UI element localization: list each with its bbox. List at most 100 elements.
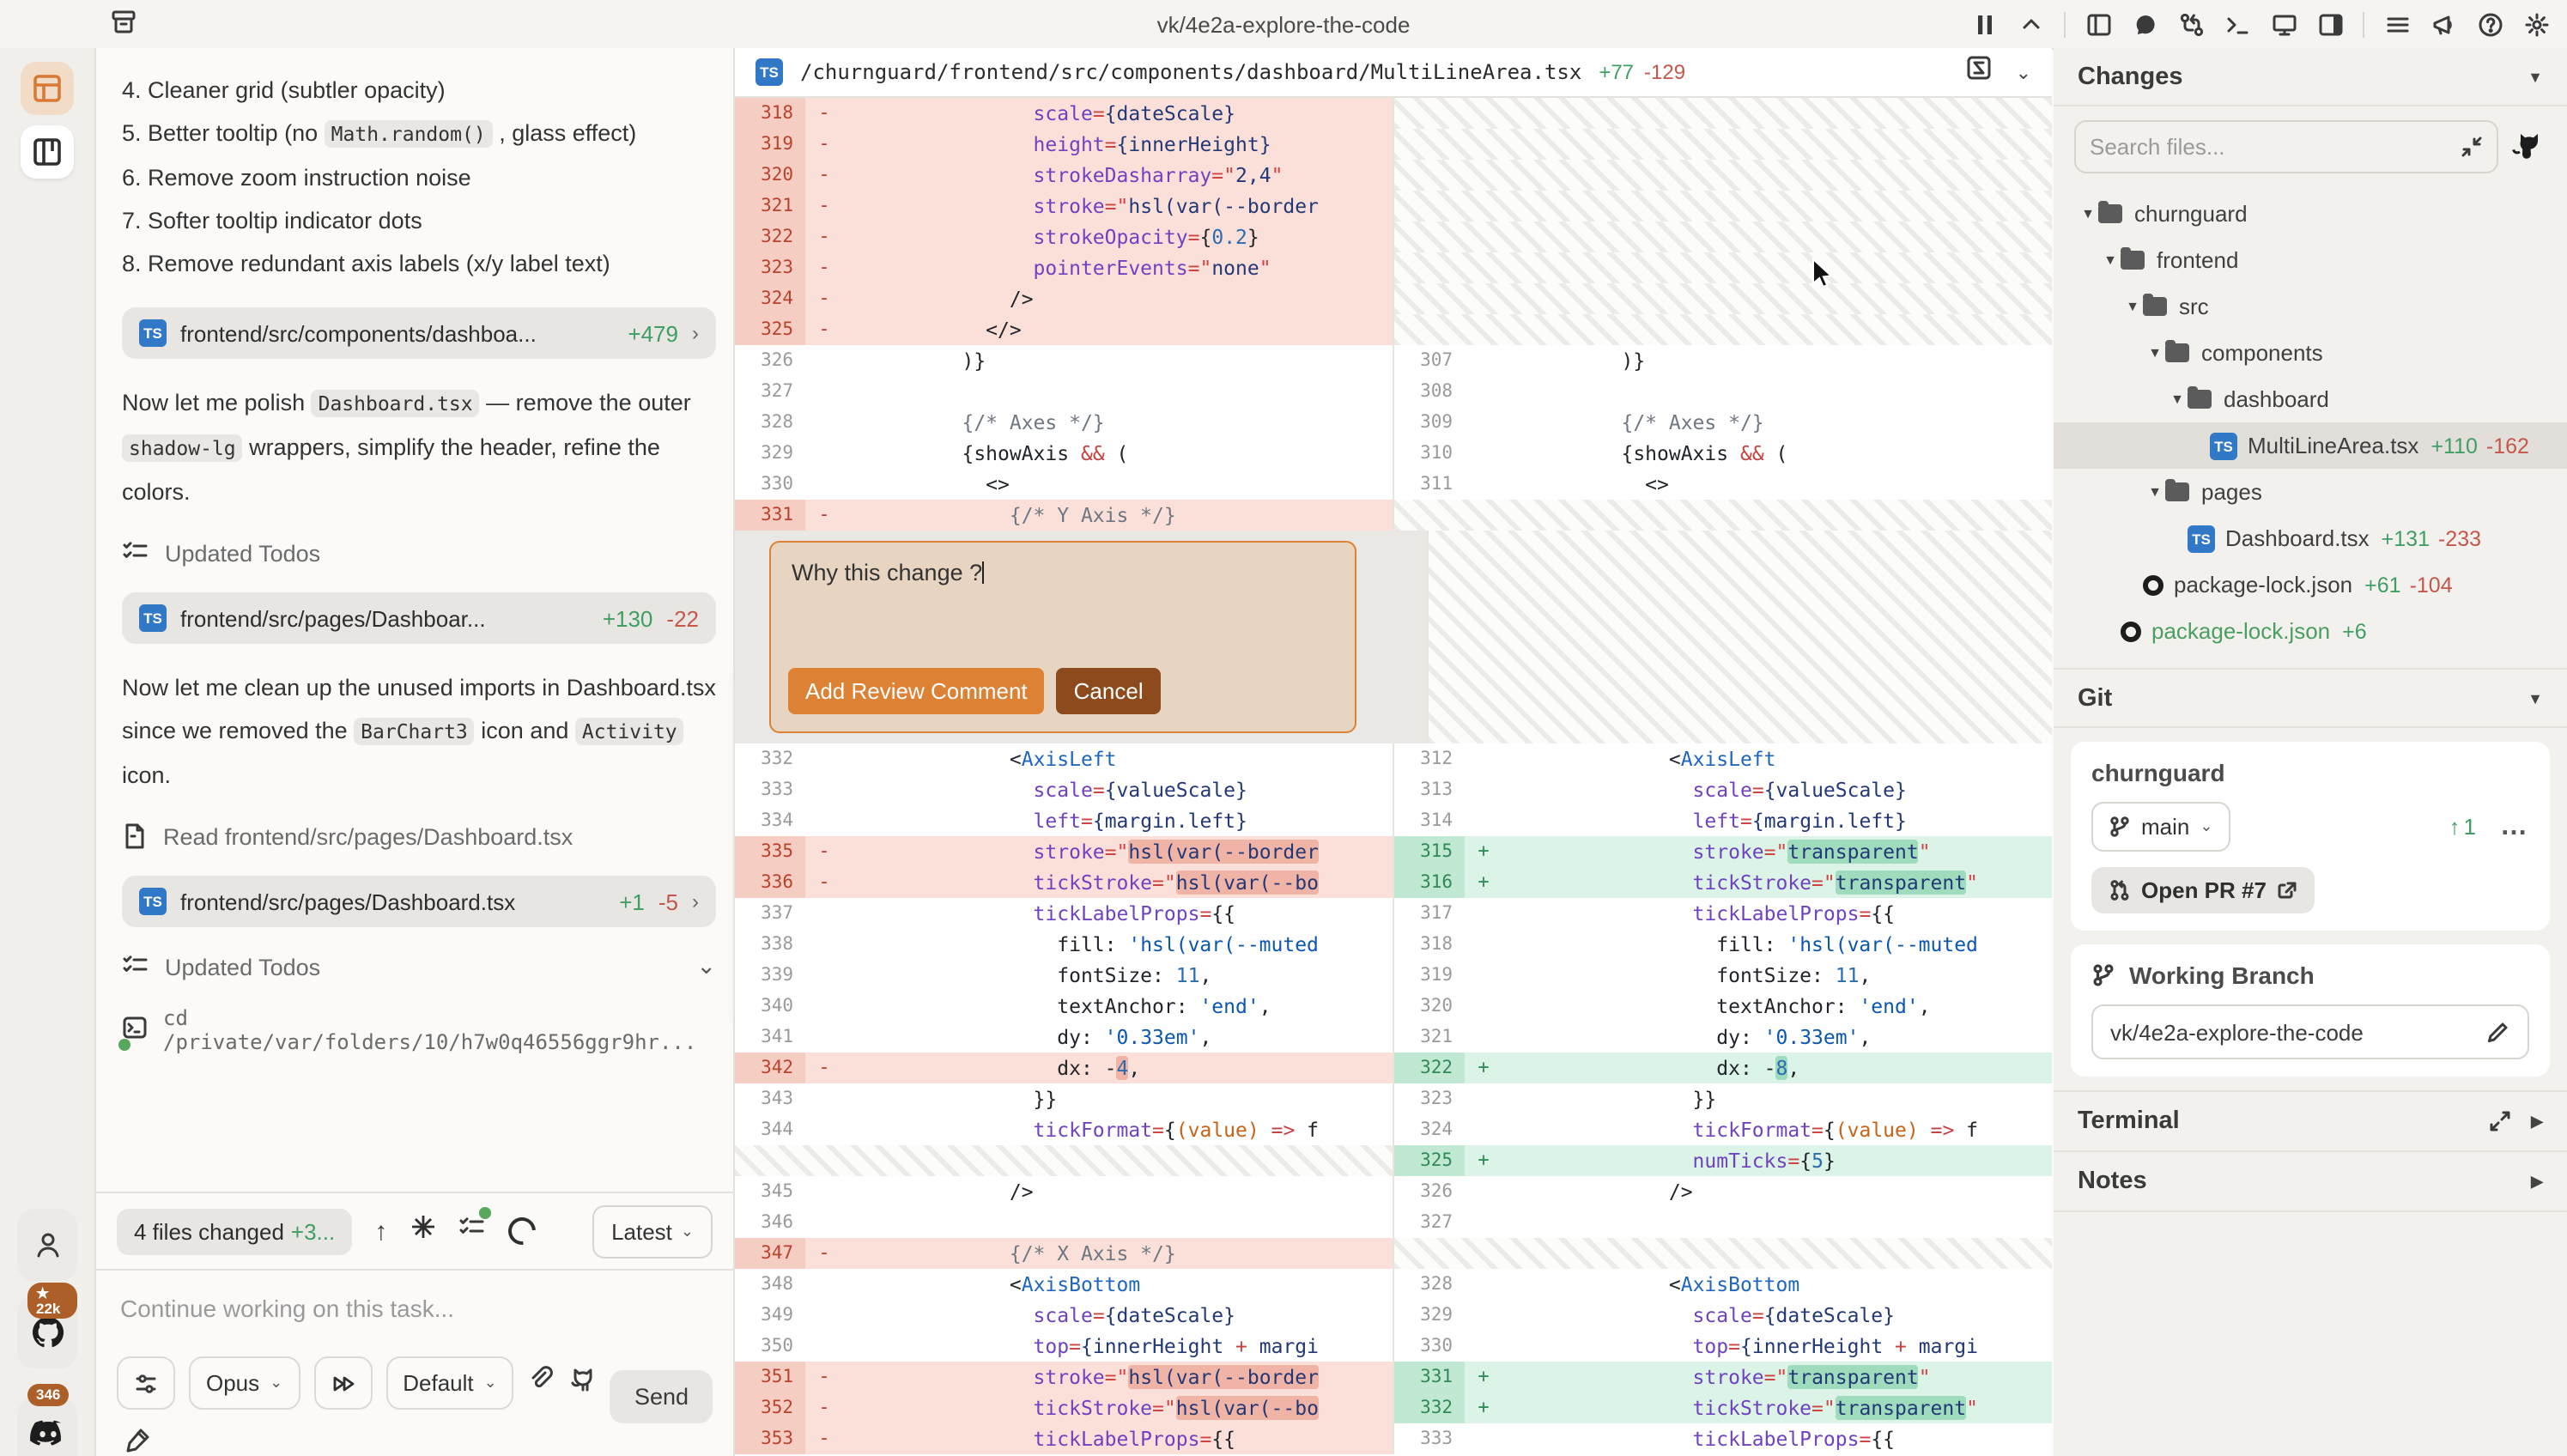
todos-status-icon[interactable] xyxy=(458,1213,485,1249)
diff-line-left[interactable]: 324- /> xyxy=(735,283,1393,314)
diff-line-right[interactable]: 325+ numTicks={5} xyxy=(1393,1145,2052,1176)
terminal-icon[interactable] xyxy=(2224,10,2251,38)
spark-icon[interactable] xyxy=(410,1214,435,1248)
updated-todos-row[interactable]: Updated Todos xyxy=(122,539,716,567)
tree-caret-icon[interactable]: ▼ xyxy=(2122,299,2143,314)
diff-line-right[interactable]: 323 }} xyxy=(1393,1083,2052,1114)
cancel-button[interactable]: Cancel xyxy=(1057,668,1161,714)
more-menu-icon[interactable]: … xyxy=(2500,811,2529,842)
tree-caret-icon[interactable]: ▼ xyxy=(2145,345,2165,361)
diff-line-left[interactable]: 346 xyxy=(735,1207,1393,1238)
diff-line-right[interactable]: 330 top={innerHeight + margi xyxy=(1393,1331,2052,1362)
diff-line-right[interactable]: 311 <> xyxy=(1393,469,2052,500)
diff-line-right[interactable]: 318 fill: 'hsl(var(--muted xyxy=(1393,929,2052,960)
fast-forward-button[interactable] xyxy=(313,1356,372,1410)
diff-line-right[interactable] xyxy=(1393,191,2052,221)
panel-left-icon[interactable] xyxy=(2085,10,2112,38)
diff-line-left[interactable]: 345 /> xyxy=(735,1176,1393,1207)
panel-right-icon[interactable] xyxy=(2316,10,2344,38)
expand-triangle-icon[interactable]: ▶ xyxy=(2531,1112,2543,1131)
pen-icon[interactable] xyxy=(124,1427,151,1456)
tree-item-package-lock-json[interactable]: package-lock.json+61-104 xyxy=(2054,561,2567,608)
diff-line-left[interactable]: 328 {/* Axes */} xyxy=(735,407,1393,438)
diff-line-left[interactable]: 321- stroke="hsl(var(--border xyxy=(735,191,1393,221)
working-branch-input[interactable]: vk/4e2a-explore-the-code xyxy=(2091,1004,2529,1059)
diff-line-left[interactable] xyxy=(735,1145,1393,1176)
files-changed-chip[interactable]: 4 files changed +3... xyxy=(117,1208,352,1254)
message-input[interactable]: Continue working on this task... xyxy=(96,1271,733,1322)
diff-line-left[interactable]: 350 top={innerHeight + margi xyxy=(735,1331,1393,1362)
git-section-header[interactable]: Git ▼ xyxy=(2054,668,2567,728)
account-button[interactable] xyxy=(17,1209,77,1281)
diff-line-right[interactable]: 331+ stroke="transparent" xyxy=(1393,1362,2052,1392)
updated-todos-row[interactable]: Updated Todos ⌄ xyxy=(122,953,716,980)
collapse-up-icon[interactable] xyxy=(2018,10,2045,38)
diff-line-right[interactable]: 310 {showAxis && ( xyxy=(1393,438,2052,469)
diff-line-left[interactable]: 347- {/* X Axis */} xyxy=(735,1238,1393,1269)
tree-caret-icon[interactable]: ▼ xyxy=(2078,206,2098,221)
diff-view-icon[interactable] xyxy=(1966,55,1992,89)
diff-line-left[interactable]: 339 fontSize: 11, xyxy=(735,960,1393,991)
git-compare-icon[interactable] xyxy=(2177,10,2205,38)
diff-body[interactable]: 318- scale={dateScale}319- height={inner… xyxy=(735,98,2052,1456)
diff-line-right[interactable]: 307 )} xyxy=(1393,345,2052,376)
diff-line-left[interactable]: 344 tickFormat={(value) => f xyxy=(735,1114,1393,1145)
expand-icon[interactable] xyxy=(2490,1111,2510,1131)
search-files-input[interactable]: Search files... xyxy=(2074,120,2498,173)
diff-line-left[interactable]: 343 }} xyxy=(735,1083,1393,1114)
github-button[interactable]: ★ 22k xyxy=(17,1296,77,1368)
diff-line-left[interactable]: 318- scale={dateScale} xyxy=(735,98,1393,129)
diff-line-right[interactable]: 326 /> xyxy=(1393,1176,2052,1207)
help-icon[interactable] xyxy=(2476,10,2503,38)
file-change-chip[interactable]: TS frontend/src/pages/Dashboard.tsx +1 -… xyxy=(122,876,716,927)
file-change-chip[interactable]: TS frontend/src/components/dashboa... +4… xyxy=(122,307,716,359)
layout-view-button[interactable] xyxy=(21,62,74,115)
diff-line-left[interactable]: 325- </> xyxy=(735,314,1393,345)
diff-line-right[interactable] xyxy=(1393,221,2052,252)
diff-line-right[interactable]: 317 tickLabelProps={{ xyxy=(1393,898,2052,929)
diff-line-right[interactable] xyxy=(1393,500,2052,531)
diff-line-left[interactable]: 340 textAnchor: 'end', xyxy=(735,991,1393,1022)
tree-item-pages[interactable]: ▼pages xyxy=(2054,469,2567,515)
mode-dropdown[interactable]: Default⌄ xyxy=(385,1356,514,1410)
settings-gear-icon[interactable] xyxy=(2522,10,2550,38)
diff-line-right[interactable]: 332+ tickStroke="transparent" xyxy=(1393,1392,2052,1423)
diff-line-left[interactable]: 326 )} xyxy=(735,345,1393,376)
tree-item-churnguard[interactable]: ▼churnguard xyxy=(2054,191,2567,237)
add-review-comment-button[interactable]: Add Review Comment xyxy=(788,668,1045,714)
diff-line-right[interactable]: 333 tickLabelProps={{ xyxy=(1393,1423,2052,1454)
attach-icon[interactable] xyxy=(528,1365,555,1401)
terminal-command-row[interactable]: cd /private/var/folders/10/h7w0q46556ggr… xyxy=(122,1006,716,1054)
tree-caret-icon[interactable]: ▼ xyxy=(2100,252,2121,268)
diff-line-right[interactable]: 327 xyxy=(1393,1207,2052,1238)
diff-line-right[interactable]: 329 scale={dateScale} xyxy=(1393,1300,2052,1331)
open-pr-button[interactable]: Open PR #7 xyxy=(2091,867,2315,913)
diff-line-right[interactable]: 313 scale={valueScale} xyxy=(1393,774,2052,805)
diff-line-left[interactable]: 330 <> xyxy=(735,469,1393,500)
diff-line-left[interactable]: 333 scale={valueScale} xyxy=(735,774,1393,805)
collapse-tree-icon[interactable] xyxy=(2461,136,2483,158)
diff-line-left[interactable]: 323- pointerEvents="none" xyxy=(735,252,1393,283)
diff-line-right[interactable]: 312 <AxisLeft xyxy=(1393,743,2052,774)
review-comment-box[interactable]: Why this change ?Add Review CommentCance… xyxy=(769,541,1356,733)
diff-line-right[interactable]: 328 <AxisBottom xyxy=(1393,1269,2052,1300)
diff-line-right[interactable]: 322+ dx: -8, xyxy=(1393,1053,2052,1083)
tree-item-src[interactable]: ▼src xyxy=(2054,283,2567,330)
tree-item-package-lock-json[interactable]: package-lock.json+6 xyxy=(2054,608,2567,654)
tree-caret-icon[interactable]: ▼ xyxy=(2167,391,2188,407)
diff-line-left[interactable]: 335- stroke="hsl(var(--border xyxy=(735,836,1393,867)
diff-line-right[interactable] xyxy=(1393,314,2052,345)
diff-line-right[interactable]: 324 tickFormat={(value) => f xyxy=(1393,1114,2052,1145)
diff-line-right[interactable]: 319 fontSize: 11, xyxy=(1393,960,2052,991)
tree-item-dashboard[interactable]: ▼dashboard xyxy=(2054,376,2567,422)
monitor-icon[interactable] xyxy=(2270,10,2297,38)
tree-item-frontend[interactable]: ▼frontend xyxy=(2054,237,2567,283)
tree-item-multilinearea-tsx[interactable]: TSMultiLineArea.tsx+110-162 xyxy=(2054,422,2567,469)
cat-icon[interactable] xyxy=(2512,130,2546,163)
diff-line-right[interactable]: 308 xyxy=(1393,376,2052,407)
diff-line-left[interactable]: 322- strokeOpacity={0.2} xyxy=(735,221,1393,252)
file-change-chip[interactable]: TS frontend/src/pages/Dashboar... +130 -… xyxy=(122,592,716,644)
discord-button[interactable]: 346 xyxy=(17,1398,77,1456)
branch-dropdown[interactable]: main ⌄ xyxy=(2091,802,2230,852)
diff-line-left[interactable]: 341 dy: '0.33em', xyxy=(735,1022,1393,1053)
